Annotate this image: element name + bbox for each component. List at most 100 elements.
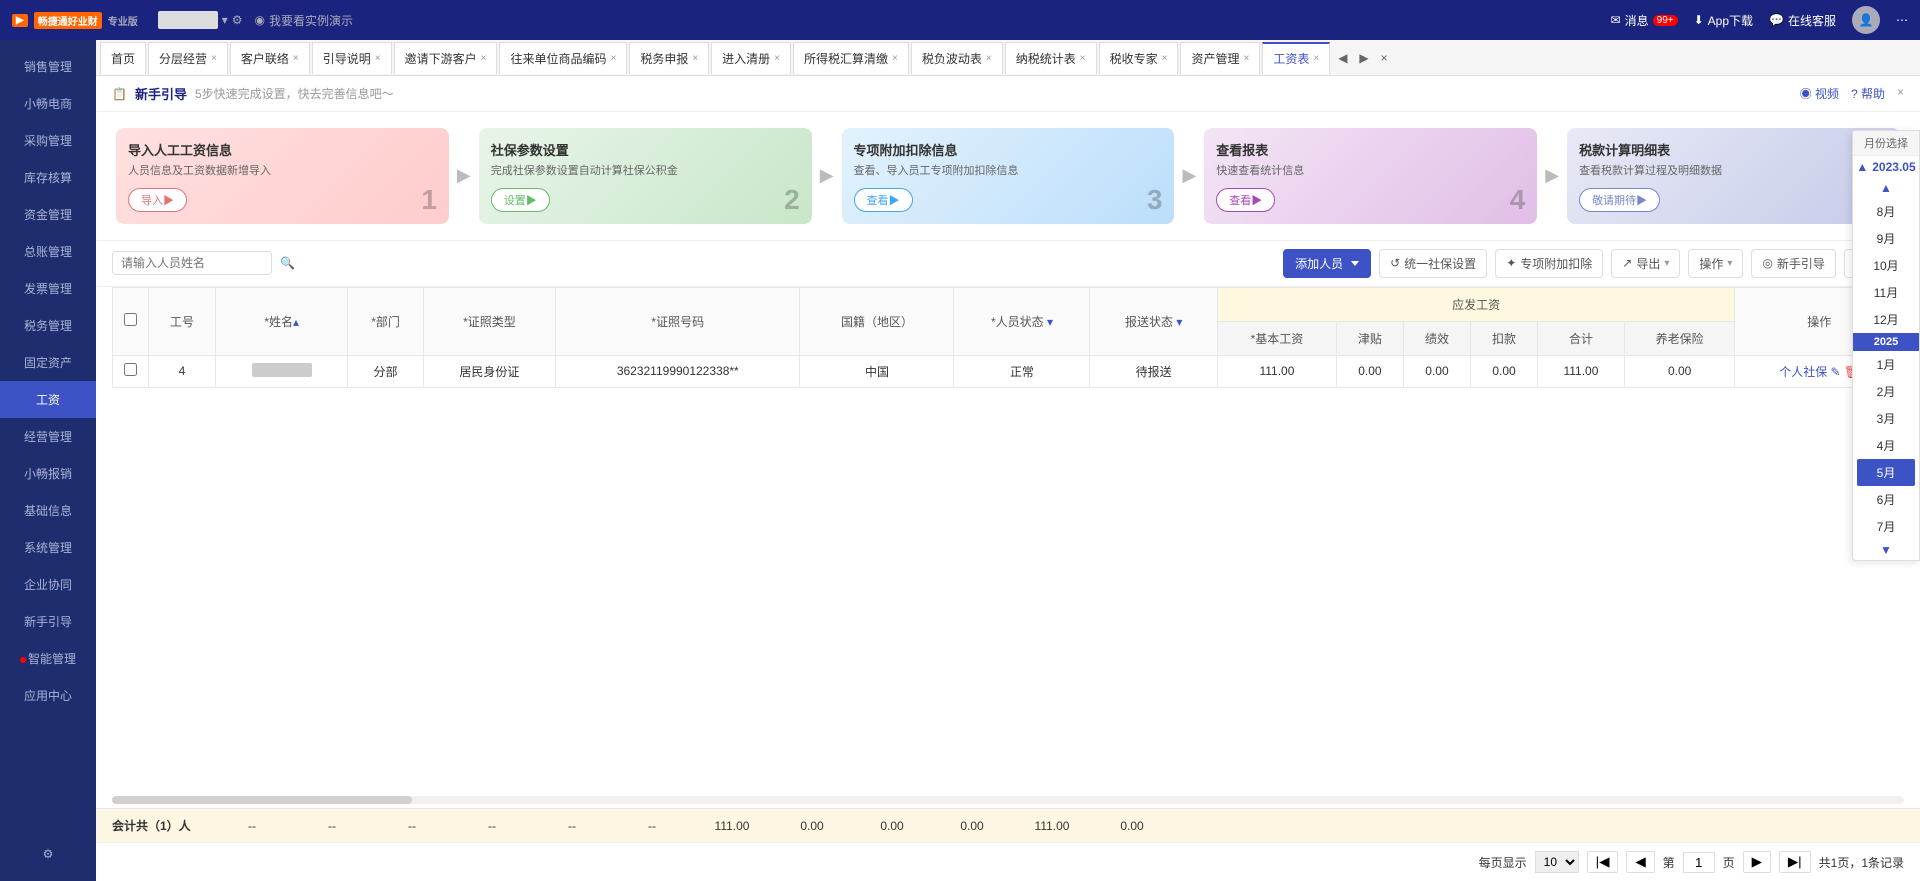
month-item-3[interactable]: 3月 <box>1853 405 1919 432</box>
sidebar-item-fixed[interactable]: 固定资产 <box>0 344 96 381</box>
tab-close-invite[interactable]: × <box>481 53 487 64</box>
step5-btn[interactable]: 敬请期待▶ <box>1579 188 1660 212</box>
year-up-icon[interactable]: ▲ <box>1856 160 1868 174</box>
guide-help-btn[interactable]: ? 帮助 <box>1851 85 1885 102</box>
tab-next-btn[interactable]: ▶ <box>1353 51 1374 65</box>
month-nav-up[interactable]: ▲ <box>1853 178 1919 198</box>
month-item-10[interactable]: 10月 <box>1853 252 1919 279</box>
sidebar-item-collab[interactable]: 企业协同 <box>0 566 96 603</box>
month-item-12[interactable]: 12月 <box>1853 306 1919 333</box>
tab-tax-report[interactable]: 税务申报× <box>629 42 709 74</box>
tab-contacts[interactable]: 客户联络× <box>230 42 310 74</box>
tab-close-income-tax[interactable]: × <box>892 53 898 64</box>
guide-close-btn[interactable]: × <box>1897 85 1904 102</box>
tab-home[interactable]: 首页 <box>100 42 146 74</box>
new-guide-btn[interactable]: ◎ 新手引导 <box>1751 249 1836 278</box>
sidebar-item-salary[interactable]: 工资 <box>0 381 96 418</box>
tab-asset[interactable]: 资产管理× <box>1180 42 1260 74</box>
sidebar-item-invoice[interactable]: 发票管理 <box>0 270 96 307</box>
sidebar-item-system[interactable]: 系统管理 <box>0 529 96 566</box>
tab-tax-burden[interactable]: 税负波动表× <box>911 42 1003 74</box>
page-input[interactable] <box>1683 852 1715 873</box>
next-page-btn[interactable]: ▶ <box>1743 851 1771 873</box>
tab-close-contacts[interactable]: × <box>293 53 299 64</box>
step4-btn[interactable]: 查看▶ <box>1216 188 1275 212</box>
tab-close-tax-burden[interactable]: × <box>986 53 992 64</box>
tab-tax-stat[interactable]: 纳税统计表× <box>1005 42 1097 74</box>
search-input[interactable] <box>112 251 272 275</box>
row-checkbox[interactable] <box>113 355 149 387</box>
sidebar-item-inventory[interactable]: 库存核算 <box>0 159 96 196</box>
demo-btn[interactable]: ◉ 我要看实例演示 <box>255 12 354 29</box>
select-all-checkbox[interactable] <box>124 313 137 326</box>
operate-btn[interactable]: 操作 ▾ <box>1688 249 1743 278</box>
tab-salary[interactable]: 工资表× <box>1262 42 1330 74</box>
tab-close-all-btn[interactable]: × <box>1375 51 1394 65</box>
tab-close-tax-report[interactable]: × <box>692 53 698 64</box>
message-btn[interactable]: ✉ 消息 99+ <box>1611 12 1678 29</box>
tab-close-segments[interactable]: × <box>211 53 217 64</box>
user-avatar[interactable]: 👤 <box>1852 6 1880 34</box>
tab-clear[interactable]: 进入清册× <box>711 42 791 74</box>
sidebar-item-ecommerce[interactable]: 小畅电商 <box>0 85 96 122</box>
month-nav-down[interactable]: ▼ <box>1853 540 1919 560</box>
edit-icon[interactable]: ✎ <box>1831 365 1841 379</box>
month-item-9[interactable]: 9月 <box>1853 225 1919 252</box>
export-btn[interactable]: ↗ 导出 ▾ <box>1611 249 1680 278</box>
scroll-thumb[interactable] <box>112 796 412 804</box>
month-item-1[interactable]: 1月 <box>1853 351 1919 378</box>
add-person-btn[interactable]: 添加人员 <box>1283 249 1371 278</box>
settings-icon[interactable]: ⚙ <box>232 13 243 27</box>
tab-income-tax[interactable]: 所得税汇算清缴× <box>793 42 909 74</box>
month-item-8[interactable]: 8月 <box>1853 198 1919 225</box>
page-size-select[interactable]: 10 20 50 <box>1535 851 1579 873</box>
account-dropdown-icon[interactable]: ▾ <box>222 13 228 27</box>
sidebar-item-report[interactable]: 小畅报销 <box>0 455 96 492</box>
tab-invite[interactable]: 邀请下游客户× <box>394 42 498 74</box>
month-item-5[interactable]: 5月 <box>1857 459 1915 486</box>
unified-social-btn[interactable]: ↺ 统一社保设置 <box>1379 249 1487 278</box>
first-page-btn[interactable]: |◀ <box>1587 851 1619 873</box>
tab-prev-btn[interactable]: ◀ <box>1332 51 1353 65</box>
sidebar-item-smart[interactable]: 智能管理 <box>0 640 96 677</box>
user-menu-btn[interactable]: ⋯ <box>1896 13 1908 27</box>
tab-guide[interactable]: 引导说明× <box>312 42 392 74</box>
tab-goods-code[interactable]: 往来单位商品编码× <box>499 42 627 74</box>
tab-close-asset[interactable]: × <box>1243 53 1249 64</box>
month-item-11[interactable]: 11月 <box>1853 279 1919 306</box>
month-item-6[interactable]: 6月 <box>1853 486 1919 513</box>
sidebar-item-apps[interactable]: 应用中心 <box>0 677 96 714</box>
app-download-btn[interactable]: ⬇ App下载 <box>1694 12 1753 29</box>
sidebar-item-sales[interactable]: 销售管理 <box>0 48 96 85</box>
tab-close-guide[interactable]: × <box>375 53 381 64</box>
sidebar-item-operation[interactable]: 经营管理 <box>0 418 96 455</box>
sidebar-settings-btn[interactable]: ⚙ <box>39 837 58 871</box>
scroll-track[interactable] <box>112 796 1904 804</box>
sidebar-item-guide[interactable]: 新手引导 <box>0 603 96 640</box>
tab-tax-expert[interactable]: 税收专家× <box>1099 42 1179 74</box>
account-selector[interactable]: ▾ ⚙ <box>158 11 243 29</box>
step3-btn[interactable]: 查看▶ <box>854 188 913 212</box>
tab-segments[interactable]: 分层经营× <box>148 42 228 74</box>
sidebar-item-finance[interactable]: 资金管理 <box>0 196 96 233</box>
sidebar-item-tax[interactable]: 税务管理 <box>0 307 96 344</box>
last-page-btn[interactable]: ▶| <box>1779 851 1811 873</box>
month-item-4[interactable]: 4月 <box>1853 432 1919 459</box>
prev-page-btn[interactable]: ◀ <box>1626 851 1654 873</box>
tab-close-clear[interactable]: × <box>774 53 780 64</box>
tab-close-tax-expert[interactable]: × <box>1162 53 1168 64</box>
search-btn[interactable]: 🔍 <box>280 256 295 270</box>
tab-close-goods[interactable]: × <box>610 53 616 64</box>
sidebar-item-purchase[interactable]: 采购管理 <box>0 122 96 159</box>
sidebar-item-basic[interactable]: 基础信息 <box>0 492 96 529</box>
tab-close-tax-stat[interactable]: × <box>1080 53 1086 64</box>
sidebar-item-ledger[interactable]: 总账管理 <box>0 233 96 270</box>
special-deduct-btn[interactable]: ✦ 专项附加扣除 <box>1495 249 1603 278</box>
month-item-7[interactable]: 7月 <box>1853 513 1919 540</box>
online-service-btn[interactable]: 💬 在线客服 <box>1769 12 1836 29</box>
tab-close-salary[interactable]: × <box>1313 53 1319 64</box>
month-item-2[interactable]: 2月 <box>1853 378 1919 405</box>
step2-btn[interactable]: 设置▶ <box>491 188 550 212</box>
guide-video-btn[interactable]: ◉ 视频 <box>1800 85 1839 102</box>
step1-btn[interactable]: 导入▶ <box>128 188 187 212</box>
